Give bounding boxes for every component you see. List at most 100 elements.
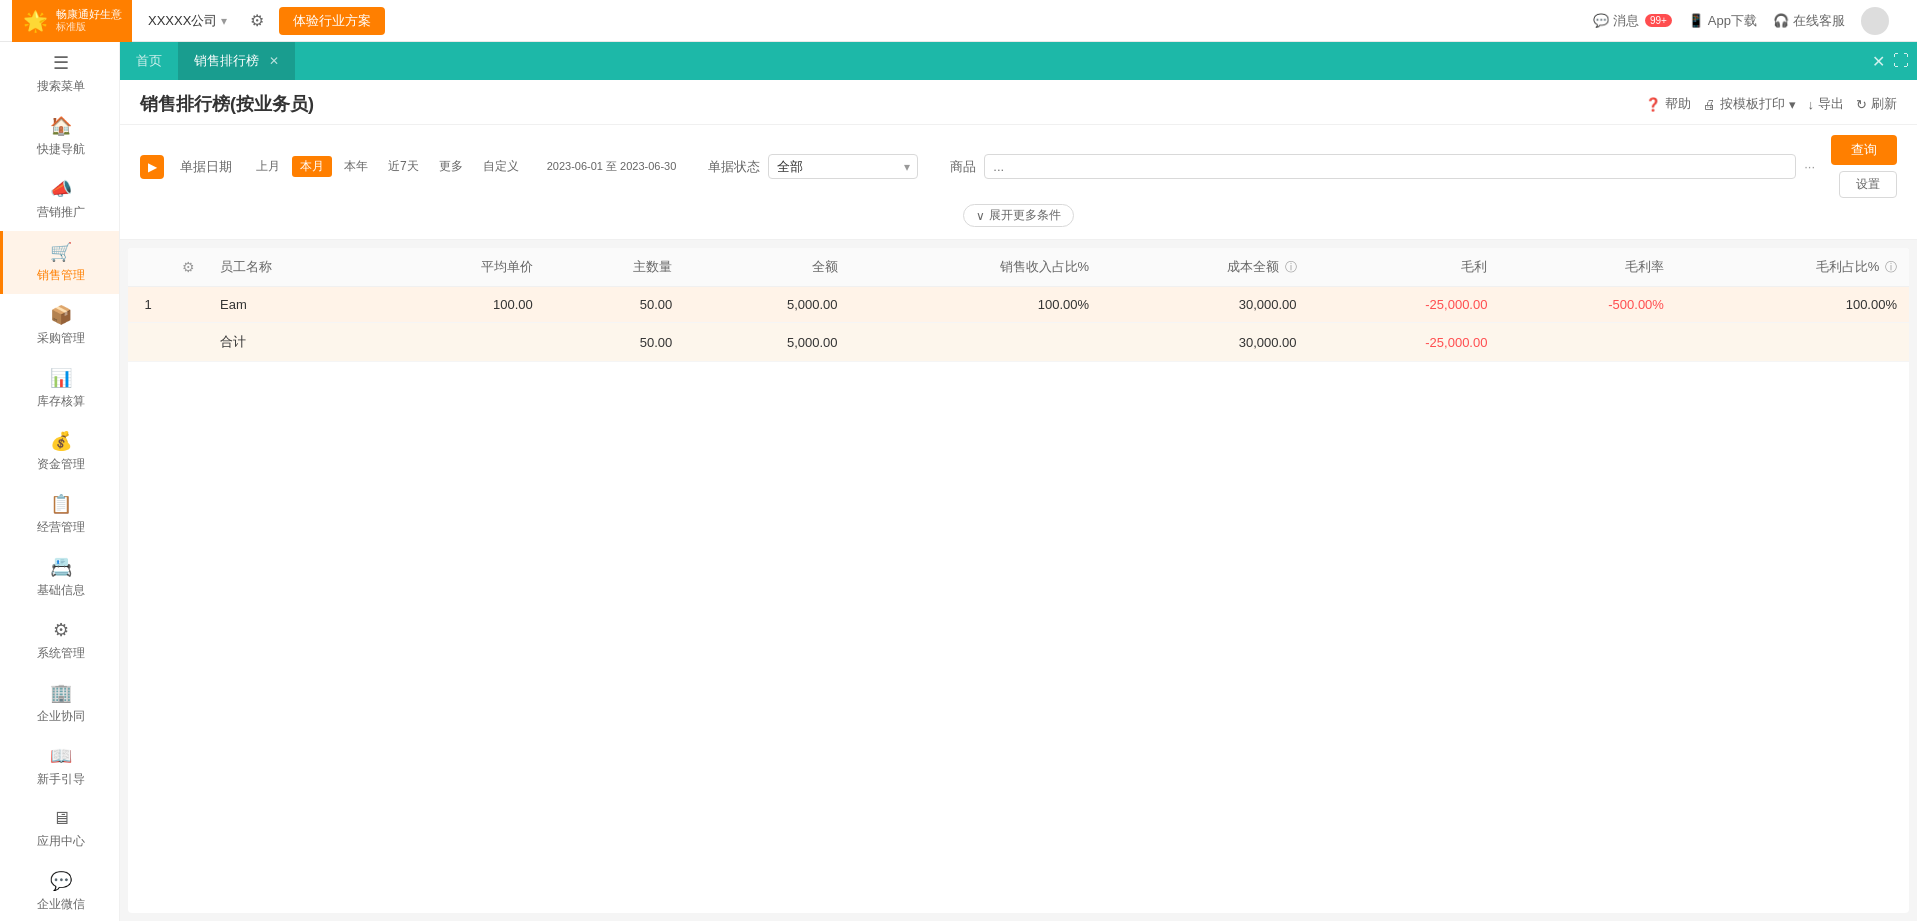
sidebar-item-quick-nav[interactable]: 🏠 快捷导航 (0, 105, 119, 168)
message-icon: 💬 (1593, 13, 1609, 28)
export-btn[interactable]: ↓ 导出 (1808, 95, 1845, 113)
date-tab-more[interactable]: 更多 (431, 156, 471, 177)
wechat-icon: 💬 (50, 870, 72, 892)
footer-cost-amount: 30,000.00 (1101, 323, 1308, 362)
date-tab-prev-month[interactable]: 上月 (248, 156, 288, 177)
tab-home-label: 首页 (136, 52, 162, 70)
goods-input[interactable] (984, 154, 1796, 179)
sidebar-item-label: 经营管理 (37, 519, 85, 536)
sidebar-item-finance[interactable]: 💰 资金管理 (0, 420, 119, 483)
sidebar-item-appstore[interactable]: 🖥 应用中心 (0, 798, 119, 860)
guide-icon: 📖 (50, 745, 72, 767)
query-button[interactable]: 查询 (1831, 135, 1897, 165)
trial-button[interactable]: 体验行业方案 (279, 7, 385, 35)
headset-icon: 🎧 (1773, 13, 1789, 28)
help-icon: ❓ (1645, 97, 1661, 112)
sidebar-item-label: 营销推广 (37, 204, 85, 221)
footer-empty2 (168, 323, 208, 362)
sidebar-item-purchase[interactable]: 📦 采购管理 (0, 294, 119, 357)
online-service-btn[interactable]: 🎧 在线客服 (1773, 12, 1845, 30)
sidebar-item-basics[interactable]: 📇 基础信息 (0, 546, 119, 609)
cell-amount: 5,000.00 (684, 287, 849, 323)
app-download-btn[interactable]: 📱 App下载 (1688, 12, 1757, 30)
content-area: 首页 销售排行榜 ✕ ✕ ⛶ 销售排行榜(按业务员) ❓ 帮助 (120, 42, 1917, 921)
online-service-label: 在线客服 (1793, 12, 1845, 30)
message-btn[interactable]: 💬 消息 99+ (1593, 12, 1672, 30)
gross-ratio-help-icon[interactable]: ⓘ (1885, 260, 1897, 274)
date-tab-7days[interactable]: 近7天 (380, 156, 427, 177)
settings-icon-btn[interactable]: ⚙ (243, 7, 271, 35)
col-settings[interactable]: ⚙ (168, 248, 208, 287)
expand-conditions-btn[interactable]: ∨ 展开更多条件 (963, 204, 1074, 227)
sidebar: ☰ 搜索菜单 🏠 快捷导航 📣 营销推广 🛒 销售管理 📦 采购管理 📊 库存核… (0, 42, 120, 921)
footer-sales-ratio (850, 323, 1102, 362)
top-header: 🌟 畅康通好生意 标准版 XXXXX公司 ▾ ⚙ 体验行业方案 💬 消息 99+… (0, 0, 1917, 42)
footer-gross-profit: -25,000.00 (1309, 323, 1500, 362)
status-filter: 单据状态 全部 已审核 未审核 (708, 154, 918, 179)
appstore-icon: 🖥 (52, 808, 70, 829)
status-select[interactable]: 全部 已审核 未审核 (768, 154, 918, 179)
sidebar-item-wechat[interactable]: 💬 企业微信 (0, 860, 119, 921)
sidebar-item-sales[interactable]: 🛒 销售管理 (0, 231, 119, 294)
purchase-icon: 📦 (50, 304, 72, 326)
tab-expand-icon[interactable]: ⛶ (1893, 52, 1909, 70)
cell-avg-price: 100.00 (376, 287, 544, 323)
filter-collapse-icon: ▶ (148, 160, 157, 174)
sidebar-item-marketing[interactable]: 📣 营销推广 (0, 168, 119, 231)
operations-icon: 📋 (50, 493, 72, 515)
col-gross-margin: 毛利率 (1499, 248, 1675, 287)
date-tab-current-year[interactable]: 本年 (336, 156, 376, 177)
sidebar-item-label: 基础信息 (37, 582, 85, 599)
print-template-btn[interactable]: 🖨 按模板打印 ▾ (1703, 95, 1796, 113)
table-container: ⚙ 员工名称 平均单价 主数量 (128, 248, 1909, 913)
filter-expand-row: ∨ 展开更多条件 (140, 198, 1897, 229)
tab-close-icon[interactable]: ✕ (269, 54, 279, 68)
main-layout: ☰ 搜索菜单 🏠 快捷导航 📣 营销推广 🛒 销售管理 📦 采购管理 📊 库存核… (0, 42, 1917, 921)
col-employee-name: 员工名称 (208, 248, 376, 287)
top-right-area: 💬 消息 99+ 📱 App下载 🎧 在线客服 (1593, 7, 1905, 35)
sidebar-item-system[interactable]: ⚙ 系统管理 (0, 609, 119, 672)
basics-icon: 📇 (50, 556, 72, 578)
app-logo: 🌟 畅康通好生意 标准版 (12, 0, 132, 42)
logo-icon: 🌟 (23, 9, 48, 33)
sidebar-item-enterprise[interactable]: 🏢 企业协同 (0, 672, 119, 735)
avatar[interactable] (1861, 7, 1889, 35)
table-row: 1 Eam 100.00 50.00 (128, 287, 1909, 323)
date-tab-current-month[interactable]: 本月 (292, 156, 332, 177)
refresh-label: 刷新 (1871, 95, 1897, 113)
sidebar-item-label: 系统管理 (37, 645, 85, 662)
sidebar-item-operations[interactable]: 📋 经营管理 (0, 483, 119, 546)
cell-settings (168, 287, 208, 323)
date-tab-custom[interactable]: 自定义 (475, 156, 527, 177)
filter-collapse-btn[interactable]: ▶ (140, 155, 164, 179)
print-dropdown-icon: ▾ (1789, 97, 1796, 112)
tab-bar-right: ✕ ⛶ (1872, 52, 1917, 71)
finance-icon: 💰 (50, 430, 72, 452)
page-header: 销售排行榜(按业务员) ❓ 帮助 🖨 按模板打印 ▾ ↓ 导出 (120, 80, 1917, 125)
print-template-label: 按模板打印 (1720, 95, 1785, 113)
cell-cost-amount: 30,000.00 (1101, 287, 1308, 323)
page-header-actions: ❓ 帮助 🖨 按模板打印 ▾ ↓ 导出 ↻ 刷新 (1645, 95, 1898, 113)
help-btn[interactable]: ❓ 帮助 (1645, 95, 1691, 113)
tab-bar: 首页 销售排行榜 ✕ ✕ ⛶ (120, 42, 1917, 80)
settings-button[interactable]: 设置 (1839, 171, 1897, 198)
sidebar-item-inventory[interactable]: 📊 库存核算 (0, 357, 119, 420)
col-gross-profit: 毛利 (1309, 248, 1500, 287)
tab-close-all-icon[interactable]: ✕ (1872, 52, 1885, 71)
app-download-label: App下载 (1708, 12, 1757, 30)
refresh-btn[interactable]: ↻ 刷新 (1856, 95, 1897, 113)
cost-help-icon[interactable]: ⓘ (1285, 260, 1297, 274)
tab-home[interactable]: 首页 (120, 42, 178, 80)
tab-sales-ranking[interactable]: 销售排行榜 ✕ (178, 42, 295, 80)
goods-more-icon[interactable]: ··· (1804, 159, 1815, 174)
table-settings-icon[interactable]: ⚙ (182, 259, 195, 275)
company-selector[interactable]: XXXXX公司 ▾ (140, 8, 235, 34)
cell-quantity: 50.00 (545, 287, 685, 323)
col-quantity: 主数量 (545, 248, 685, 287)
inventory-icon: 📊 (50, 367, 72, 389)
sidebar-item-guide[interactable]: 📖 新手引导 (0, 735, 119, 798)
search-icon: ☰ (53, 52, 69, 74)
tab-sales-ranking-label: 销售排行榜 (194, 52, 259, 70)
sidebar-item-search[interactable]: ☰ 搜索菜单 (0, 42, 119, 105)
cell-gross-margin: -500.00% (1499, 287, 1675, 323)
